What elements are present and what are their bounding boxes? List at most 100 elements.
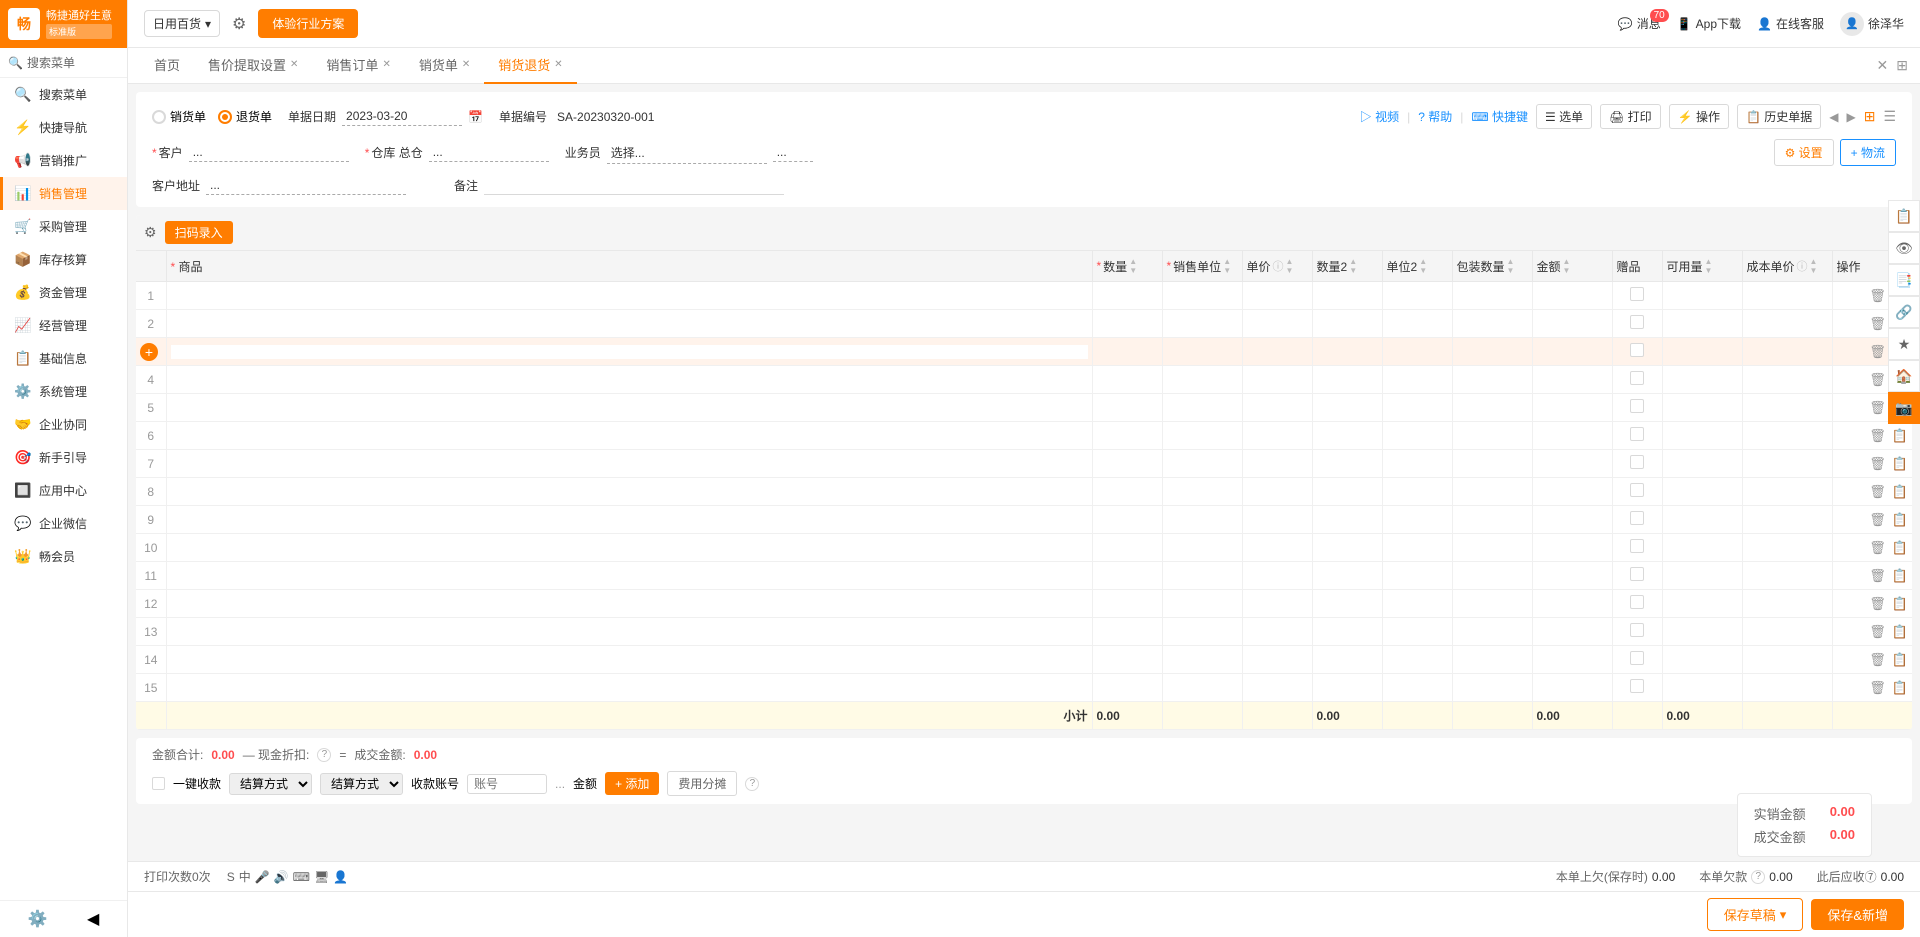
amount-cell-11[interactable] xyxy=(1532,562,1612,590)
pkg-cell-11[interactable] xyxy=(1452,562,1532,590)
cost-cell-6[interactable] xyxy=(1742,422,1832,450)
logistics-button[interactable]: + 物流 xyxy=(1840,139,1896,166)
qty-cell-15[interactable] xyxy=(1092,674,1162,702)
copy-icon-12[interactable]: 📋 xyxy=(1892,596,1908,612)
product-input[interactable] xyxy=(171,345,1088,359)
settings-icon[interactable]: ⚙️ xyxy=(28,909,48,929)
gift-checkbox-4[interactable] xyxy=(1630,371,1644,385)
select-btn[interactable]: ☰ 选单 xyxy=(1536,104,1592,129)
one-click-checkbox[interactable] xyxy=(152,777,165,790)
price-cell-2[interactable] xyxy=(1242,310,1312,338)
product-cell-11[interactable] xyxy=(166,562,1092,590)
unit2-cell-9[interactable] xyxy=(1382,506,1452,534)
tab-close-sales-return[interactable]: ✕ xyxy=(554,59,562,70)
price-cell-1[interactable] xyxy=(1242,282,1312,310)
copy-icon-15[interactable]: 📋 xyxy=(1892,680,1908,696)
gift-cell-6[interactable] xyxy=(1612,422,1662,450)
delete-icon-2[interactable]: 🗑 xyxy=(1869,316,1886,332)
delete-icon-10[interactable]: 🗑 xyxy=(1869,540,1886,556)
view-list-icon[interactable]: ☰ xyxy=(1883,108,1896,125)
qty-cell-6[interactable] xyxy=(1092,422,1162,450)
unit2-cell-12[interactable] xyxy=(1382,590,1452,618)
qty-cell-9[interactable] xyxy=(1092,506,1162,534)
avail-cell-5[interactable] xyxy=(1662,394,1742,422)
copy-icon-6[interactable]: 📋 xyxy=(1892,428,1908,444)
avail-cell-6[interactable] xyxy=(1662,422,1742,450)
pkg-cell-2[interactable] xyxy=(1452,310,1532,338)
qty2-cell-11[interactable] xyxy=(1312,562,1382,590)
copy-icon-13[interactable]: 📋 xyxy=(1892,624,1908,640)
product-cell-3[interactable] xyxy=(166,338,1092,366)
delete-icon-12[interactable]: 🗑 xyxy=(1869,596,1886,612)
product-cell-2[interactable] xyxy=(166,310,1092,338)
close-all-icon[interactable]: ✕ xyxy=(1877,57,1889,74)
salesperson-input[interactable]: 选择... xyxy=(607,142,767,164)
gift-cell-2[interactable] xyxy=(1612,310,1662,338)
sidebar-item-guide[interactable]: 🎯 新手引导 xyxy=(0,441,127,474)
account-input[interactable] xyxy=(467,774,547,794)
debt-help-icon[interactable]: ? xyxy=(1751,870,1765,884)
gift-cell-12[interactable] xyxy=(1612,590,1662,618)
sidebar-item-system[interactable]: ⚙️ 系统管理 xyxy=(0,375,127,408)
delete-icon-1[interactable]: 🗑 xyxy=(1869,288,1886,304)
tab-sales-return[interactable]: 销货退货✕ xyxy=(484,48,576,84)
delete-icon-14[interactable]: 🗑 xyxy=(1869,652,1886,668)
unit2-cell-3[interactable] xyxy=(1382,338,1452,366)
amount-cell-14[interactable] xyxy=(1532,646,1612,674)
price-cell-5[interactable] xyxy=(1242,394,1312,422)
pkg-cell-1[interactable] xyxy=(1452,282,1532,310)
product-cell-14[interactable] xyxy=(166,646,1092,674)
qty2-cell-6[interactable] xyxy=(1312,422,1382,450)
calendar-icon[interactable]: 📅 xyxy=(468,110,483,124)
pkg-cell-15[interactable] xyxy=(1452,674,1532,702)
gift-cell-10[interactable] xyxy=(1612,534,1662,562)
unit2-cell-2[interactable] xyxy=(1382,310,1452,338)
gear-icon[interactable]: ⚙ xyxy=(144,224,157,241)
qty2-cell-1[interactable] xyxy=(1312,282,1382,310)
tab-sales-order[interactable]: 销售订单✕ xyxy=(312,48,404,84)
avail-cell-2[interactable] xyxy=(1662,310,1742,338)
amount-cell-10[interactable] xyxy=(1532,534,1612,562)
amount-cell-2[interactable] xyxy=(1532,310,1612,338)
sidebar-item-finance[interactable]: 💰 资金管理 xyxy=(0,276,127,309)
pkg-cell-13[interactable] xyxy=(1452,618,1532,646)
qty2-cell-4[interactable] xyxy=(1312,366,1382,394)
gift-cell-14[interactable] xyxy=(1612,646,1662,674)
notification-btn[interactable]: 💬 消息 70 xyxy=(1618,15,1661,32)
qty-cell-5[interactable] xyxy=(1092,394,1162,422)
qty2-cell-12[interactable] xyxy=(1312,590,1382,618)
cost-cell-4[interactable] xyxy=(1742,366,1832,394)
tab-close-sales[interactable]: ✕ xyxy=(462,59,470,70)
product-cell-15[interactable] xyxy=(166,674,1092,702)
date-value[interactable]: 2023-03-20 xyxy=(342,107,462,126)
sidebar-item-wechat[interactable]: 💬 企业微信 xyxy=(0,507,127,540)
unit-cell-11[interactable] xyxy=(1162,562,1242,590)
gift-cell-15[interactable] xyxy=(1612,674,1662,702)
gift-cell-7[interactable] xyxy=(1612,450,1662,478)
help-link[interactable]: ? 帮助 xyxy=(1418,108,1452,125)
qty2-cell-3[interactable] xyxy=(1312,338,1382,366)
sidebar-item-search[interactable]: 🔍 搜索菜单 xyxy=(0,78,127,111)
collapse-icon[interactable]: ◀ xyxy=(87,909,99,929)
sidebar-item-sales[interactable]: 📊 销售管理 xyxy=(0,177,127,210)
tab-close-price-setting[interactable]: ✕ xyxy=(290,59,298,70)
salesperson-extra[interactable]: ... xyxy=(773,143,813,162)
history-btn[interactable]: 📋 历史单据 xyxy=(1737,104,1821,129)
cost-cell-8[interactable] xyxy=(1742,478,1832,506)
delete-icon-4[interactable]: 🗑 xyxy=(1869,372,1886,388)
qty-cell-3[interactable] xyxy=(1092,338,1162,366)
radio-return[interactable]: 退货单 xyxy=(218,108,272,125)
unit2-cell-1[interactable] xyxy=(1382,282,1452,310)
delete-icon-8[interactable]: 🗑 xyxy=(1869,484,1886,500)
gift-checkbox-3[interactable] xyxy=(1630,343,1644,357)
tab-price-setting[interactable]: 售价提取设置✕ xyxy=(194,48,312,84)
price-cell-15[interactable] xyxy=(1242,674,1312,702)
price-cell-9[interactable] xyxy=(1242,506,1312,534)
sidebar-search[interactable]: 🔍 搜索菜单 xyxy=(0,48,127,78)
copy-icon-8[interactable]: 📋 xyxy=(1892,484,1908,500)
delete-icon-5[interactable]: 🗑 xyxy=(1869,400,1886,416)
sidebar-item-shortcut[interactable]: ⚡ 快捷导航 xyxy=(0,111,127,144)
print-btn[interactable]: 🖨 打印 xyxy=(1600,104,1661,129)
gift-checkbox-5[interactable] xyxy=(1630,399,1644,413)
sidebar-item-purchase[interactable]: 🛒 采购管理 xyxy=(0,210,127,243)
